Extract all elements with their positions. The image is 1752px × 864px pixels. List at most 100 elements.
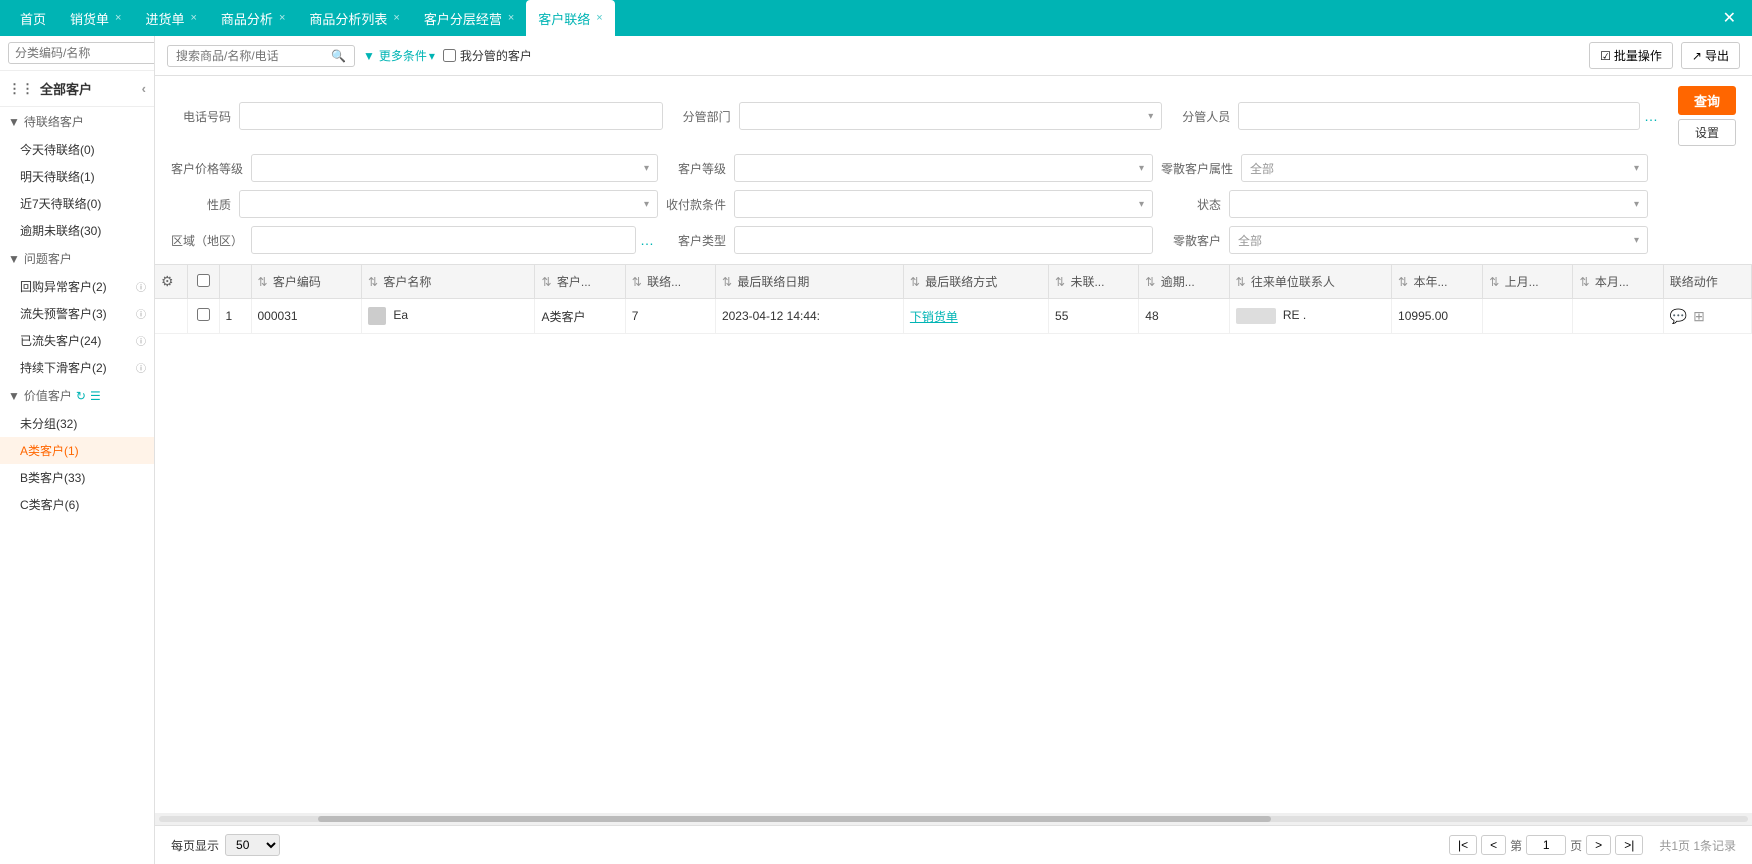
sidebar-item-class-a[interactable]: A类客户(1) — [0, 437, 154, 464]
sidebar-item-overdue[interactable]: 逾期未联络(30) — [0, 217, 154, 244]
data-table-wrap: ⚙ ⇅ 客户编码 ⇅ 客户名称 — [155, 265, 1752, 813]
sidebar-item-tomorrow[interactable]: 明天待联络(1) — [0, 163, 154, 190]
sidebar-item-unclassified[interactable]: 未分组(32) — [0, 410, 154, 437]
col-action: 联络动作 — [1663, 265, 1751, 299]
filter-nature-select[interactable]: ▾ — [239, 190, 658, 218]
nav-product-analysis[interactable]: 商品分析 × — [209, 0, 297, 36]
sidebar-item-7days[interactable]: 近7天待联络(0) — [0, 190, 154, 217]
sidebar-item-churned[interactable]: 已流失客户(24) ⓘ — [0, 327, 154, 354]
nav-close-product-list[interactable]: × — [393, 12, 399, 24]
row-unit-contact: RE . — [1229, 299, 1392, 334]
filter-retail-attr-select[interactable]: 全部 ▾ — [1241, 154, 1648, 182]
sidebar-item-declining[interactable]: 持续下滑客户(2) ⓘ — [0, 354, 154, 381]
sidebar-group-pending-title[interactable]: ▼ 待联络客户 — [0, 107, 154, 136]
filter-dept-select[interactable]: ▾ — [739, 102, 1163, 130]
sort-icon[interactable]: ⇅ — [632, 275, 642, 289]
nav-home[interactable]: 首页 — [8, 0, 58, 36]
row-contact: 7 — [625, 299, 715, 334]
sidebar-item-today[interactable]: 今天待联络(0) — [0, 136, 154, 163]
sort-icon[interactable]: ⇅ — [910, 275, 920, 289]
sidebar-item-class-c[interactable]: C类客户(6) — [0, 491, 154, 518]
table-gear-icon[interactable]: ⚙ — [161, 273, 174, 289]
sidebar-group-value-title[interactable]: ▼ 价值客户 ↻ ☰ — [0, 381, 154, 410]
filter-payment-select[interactable]: ▾ — [734, 190, 1153, 218]
nav-product-list[interactable]: 商品分析列表 × — [297, 0, 411, 36]
filter-price-level-select[interactable]: ▾ — [251, 154, 658, 182]
sidebar-search-input[interactable] — [8, 42, 155, 64]
settings-button[interactable]: 设置 — [1678, 119, 1736, 146]
batch-icon: ☑ — [1600, 49, 1611, 63]
sidebar-all-customers[interactable]: ⋮⋮ 全部客户 ‹ — [0, 71, 154, 107]
page-next-button[interactable]: > — [1586, 835, 1611, 855]
filter-payment: 收付款条件 ▾ — [666, 190, 1153, 218]
nav-close-all-button[interactable]: ✕ — [1715, 8, 1744, 28]
toolbar-my-customer[interactable]: 我分管的客户 — [443, 47, 532, 64]
sidebar-item-repurchase[interactable]: 回购异常客户(2) ⓘ — [0, 273, 154, 300]
filter-retail-select[interactable]: 全部 ▾ — [1229, 226, 1648, 254]
sort-icon[interactable]: ⇅ — [722, 275, 732, 289]
toolbar-search-icon[interactable]: 🔍 — [331, 49, 346, 63]
nav-close-product-analysis[interactable]: × — [279, 12, 285, 24]
sidebar-group-problem-title[interactable]: ▼ 问题客户 — [0, 244, 154, 273]
filter-phone-input[interactable] — [239, 102, 663, 130]
filter-phone: 电话号码 — [171, 102, 663, 130]
horizontal-scrollbar[interactable] — [155, 813, 1752, 825]
filter-region-ellipsis-icon[interactable]: … — [636, 232, 658, 248]
value-group-settings-icon[interactable]: ☰ — [90, 389, 101, 403]
row-select-checkbox[interactable] — [197, 308, 210, 321]
sort-icon[interactable]: ⇅ — [1579, 275, 1589, 289]
value-group-refresh-icon[interactable]: ↻ — [76, 389, 86, 403]
sort-icon[interactable]: ⇅ — [1236, 275, 1246, 289]
toolbar-right: ☑ 批量操作 ↗ 导出 — [1589, 42, 1740, 69]
select-all-checkbox[interactable] — [197, 274, 210, 287]
sort-icon[interactable]: ⇅ — [1398, 275, 1408, 289]
page-last-button[interactable]: >| — [1615, 835, 1643, 855]
page-size-select[interactable]: 50 100 200 — [225, 834, 280, 856]
sidebar-item-class-b[interactable]: B类客户(33) — [0, 464, 154, 491]
sidebar-collapse-icon[interactable]: ‹ — [142, 81, 146, 96]
filter-row-4: 区域（地区） … 客户类型 零散客户 全部 ▾ — [171, 226, 1736, 254]
filter-manager-select[interactable] — [1238, 102, 1640, 130]
batch-operation-button[interactable]: ☑ 批量操作 — [1589, 42, 1673, 69]
filter-status-select[interactable]: ▾ — [1229, 190, 1648, 218]
nav-close-customer-segment[interactable]: × — [508, 12, 514, 24]
sort-icon[interactable]: ⇅ — [1145, 275, 1155, 289]
sort-icon[interactable]: ⇅ — [258, 275, 268, 289]
sidebar-item-churn-warn[interactable]: 流失预警客户(3) ⓘ — [0, 300, 154, 327]
chevron-down-icon: ▾ — [1139, 199, 1144, 210]
filter-ellipsis-icon[interactable]: … — [1640, 108, 1662, 124]
sort-icon[interactable]: ⇅ — [1489, 275, 1499, 289]
toolbar-more-conditions[interactable]: ▼ 更多条件 ▾ — [363, 47, 435, 64]
nav-customer-contact[interactable]: 客户联络 × — [526, 0, 614, 36]
sort-icon[interactable]: ⇅ — [368, 275, 378, 289]
chevron-down-icon: ▾ — [644, 199, 649, 210]
my-customer-checkbox[interactable] — [443, 49, 456, 62]
col-last-date: ⇅ 最后联络日期 — [715, 265, 903, 299]
chat-icon[interactable]: 💬 — [1670, 308, 1687, 325]
grid-action-icon[interactable]: ⊞ — [1693, 308, 1705, 325]
filter-manager: 分管人员 … — [1170, 102, 1662, 130]
nav-close-customer-contact[interactable]: × — [596, 12, 602, 24]
nav-customer-segment[interactable]: 客户分层经营 × — [412, 0, 526, 36]
page-prev-button[interactable]: < — [1481, 835, 1506, 855]
filter-customer-type-input[interactable] — [734, 226, 1153, 254]
nav-close-sales[interactable]: × — [115, 12, 121, 24]
query-button[interactable]: 查询 — [1678, 86, 1736, 115]
info-icon: ⓘ — [136, 306, 146, 321]
page-number-input[interactable] — [1526, 835, 1566, 855]
nav-close-purchase[interactable]: × — [190, 12, 196, 24]
filter-customer-level-select[interactable]: ▾ — [734, 154, 1153, 182]
chevron-down-icon: ▾ — [1139, 163, 1144, 174]
sort-icon[interactable]: ⇅ — [1055, 275, 1065, 289]
page-first-button[interactable]: |< — [1449, 835, 1477, 855]
sort-icon[interactable]: ⇅ — [541, 275, 551, 289]
export-button[interactable]: ↗ 导出 — [1681, 42, 1740, 69]
nav-sales[interactable]: 销货单 × — [58, 0, 133, 36]
nav-purchase[interactable]: 进货单 × — [133, 0, 208, 36]
col-index — [219, 265, 251, 299]
toolbar-search-input[interactable] — [176, 49, 331, 63]
filter-region-select[interactable] — [251, 226, 636, 254]
toolbar: 🔍 ▼ 更多条件 ▾ 我分管的客户 ☑ 批量操作 ↗ 导出 — [155, 36, 1752, 76]
scrollbar-thumb[interactable] — [318, 816, 1271, 822]
last-contact-method-link[interactable]: 下销货单 — [910, 310, 958, 324]
